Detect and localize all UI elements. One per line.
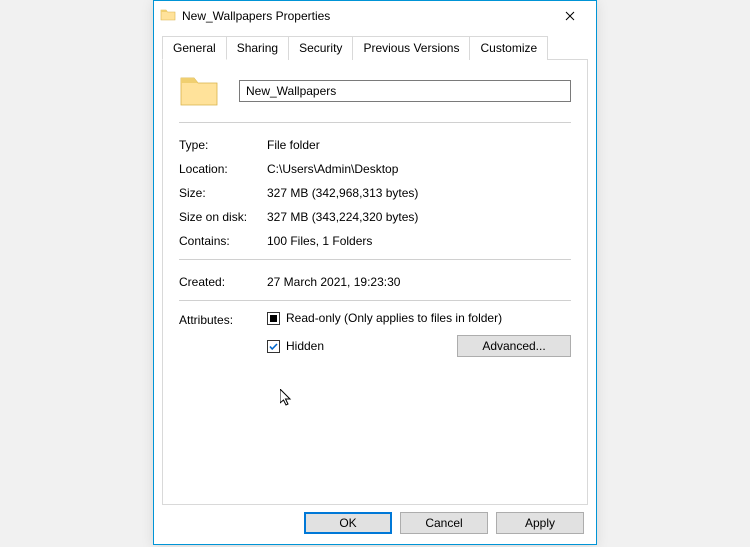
- close-icon: [565, 11, 575, 21]
- value-created: 27 March 2021, 19:23:30: [267, 270, 571, 294]
- label-location: Location:: [179, 157, 267, 181]
- label-type: Type:: [179, 133, 267, 157]
- divider: [179, 300, 571, 301]
- property-table: Type: File folder Location: C:\Users\Adm…: [179, 133, 571, 253]
- divider: [179, 259, 571, 260]
- label-attributes: Attributes:: [179, 311, 267, 367]
- label-size: Size:: [179, 181, 267, 205]
- tab-customize[interactable]: Customize: [469, 36, 548, 60]
- close-button[interactable]: [550, 2, 590, 30]
- properties-window: New_Wallpapers Properties General Sharin…: [153, 0, 597, 545]
- folder-icon: [160, 7, 176, 26]
- advanced-button[interactable]: Advanced...: [457, 335, 571, 357]
- apply-button[interactable]: Apply: [496, 512, 584, 534]
- titlebar: New_Wallpapers Properties: [154, 1, 596, 31]
- ok-button[interactable]: OK: [304, 512, 392, 534]
- tab-sharing[interactable]: Sharing: [226, 36, 289, 60]
- divider: [179, 122, 571, 123]
- label-created: Created:: [179, 270, 267, 294]
- hidden-checkbox[interactable]: [267, 340, 280, 353]
- hidden-label: Hidden: [286, 339, 451, 353]
- readonly-checkbox[interactable]: [267, 312, 280, 325]
- value-type: File folder: [267, 133, 571, 157]
- value-location: C:\Users\Admin\Desktop: [267, 157, 571, 181]
- label-contains: Contains:: [179, 229, 267, 253]
- checkmark-icon: [268, 341, 279, 352]
- tab-panel-general: Type: File folder Location: C:\Users\Adm…: [162, 59, 588, 505]
- value-size: 327 MB (342,968,313 bytes): [267, 181, 571, 205]
- dialog-footer: OK Cancel Apply: [304, 512, 584, 534]
- folder-name-input[interactable]: [239, 80, 571, 102]
- cancel-button[interactable]: Cancel: [400, 512, 488, 534]
- tab-security[interactable]: Security: [288, 36, 353, 60]
- window-title: New_Wallpapers Properties: [182, 9, 550, 23]
- folder-icon: [179, 74, 219, 108]
- label-size-on-disk: Size on disk:: [179, 205, 267, 229]
- value-size-on-disk: 327 MB (343,224,320 bytes): [267, 205, 571, 229]
- tab-general[interactable]: General: [162, 36, 227, 60]
- tab-strip: General Sharing Security Previous Versio…: [154, 31, 596, 505]
- value-contains: 100 Files, 1 Folders: [267, 229, 571, 253]
- readonly-label: Read-only (Only applies to files in fold…: [286, 311, 502, 325]
- tab-previous-versions[interactable]: Previous Versions: [352, 36, 470, 60]
